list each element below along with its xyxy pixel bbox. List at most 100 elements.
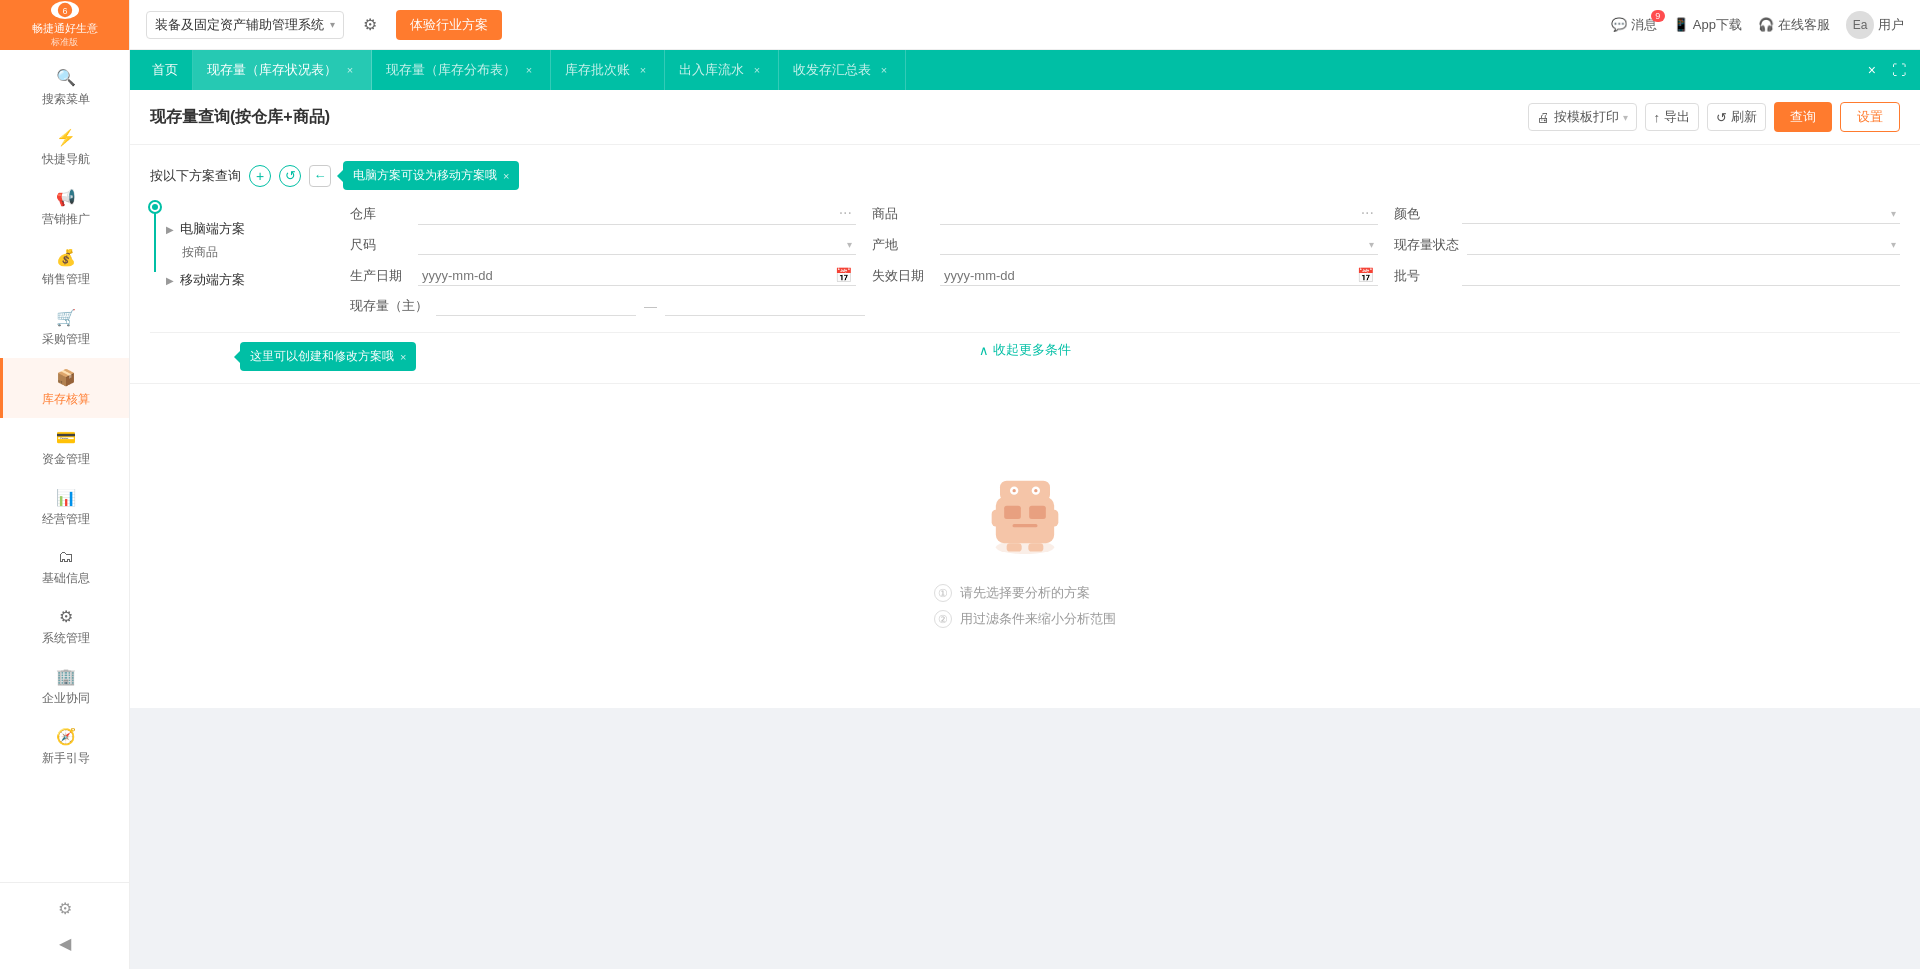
refresh-icon-small: ↺ <box>285 168 296 183</box>
scheme-pc-sub-item1[interactable]: 按商品 <box>182 242 245 263</box>
scheme-tooltip-close[interactable]: × <box>503 170 509 182</box>
tab-collect-close[interactable]: × <box>877 63 891 77</box>
filter-arrow-btn[interactable]: ← <box>309 165 331 187</box>
sidebar-icon-purchase: 🛒 <box>56 308 76 327</box>
warehouse-more[interactable]: ··· <box>839 204 852 222</box>
stock-main-end[interactable] <box>669 298 861 313</box>
expire-date-input[interactable] <box>944 268 1353 283</box>
app-logo: 6 畅捷通好生意 标准版 <box>0 0 129 50</box>
size-input[interactable] <box>422 237 847 252</box>
export-btn[interactable]: ↑ 导出 <box>1645 103 1700 131</box>
color-arrow[interactable]: ▾ <box>1891 208 1896 219</box>
sidebar-item-search-menu[interactable]: 🔍搜索菜单 <box>0 58 129 118</box>
svg-rect-10 <box>1028 543 1043 551</box>
goods-input[interactable] <box>944 206 1357 221</box>
sidebar-item-basic-info[interactable]: 🗂基础信息 <box>0 538 129 597</box>
tab-home[interactable]: 首页 <box>138 50 193 90</box>
collapse-label: 收起更多条件 <box>993 341 1071 359</box>
scheme-mobile[interactable]: ▶ 移动端方案 <box>166 267 245 293</box>
batch-no-input[interactable] <box>1466 268 1896 283</box>
produce-date-icon[interactable]: 📅 <box>835 267 852 283</box>
tab-batch-close[interactable]: × <box>636 63 650 77</box>
tab-stock-dist-close[interactable]: × <box>522 63 536 77</box>
tip-num-1: ① <box>934 584 952 602</box>
tab-batch[interactable]: 库存批次账 × <box>551 50 665 90</box>
headset-icon: 🎧 <box>1758 17 1774 32</box>
goods-input-wrapper: ··· <box>940 202 1378 225</box>
app-selector[interactable]: 装备及固定资产辅助管理系统 ▾ <box>146 11 344 39</box>
filter-add-btn[interactable]: + <box>249 165 271 187</box>
filter-refresh-btn[interactable]: ↺ <box>279 165 301 187</box>
sidebar-item-purchase[interactable]: 🛒采购管理 <box>0 298 129 358</box>
expire-date-icon[interactable]: 📅 <box>1357 267 1374 283</box>
create-tooltip-close[interactable]: × <box>400 351 406 363</box>
collapse-icon: ∧ <box>979 343 989 358</box>
refresh-label: 刷新 <box>1731 108 1757 126</box>
stock-status-arrow[interactable]: ▾ <box>1891 239 1896 250</box>
sidebar-item-quick-nav[interactable]: ⚡快捷导航 <box>0 118 129 178</box>
sidebar-label-enterprise: 企业协同 <box>42 690 90 707</box>
tab-collect-label: 收发存汇总表 <box>793 61 871 79</box>
stock-main-start[interactable] <box>440 298 632 313</box>
sidebar-icon-finance: 💳 <box>56 428 76 447</box>
origin-label: 产地 <box>872 236 932 254</box>
page-actions: 🖨 按模板打印 ▾ ↑ 导出 ↺ 刷新 查询 设置 <box>1528 102 1901 132</box>
sidebar-item-guide[interactable]: 🧭新手引导 <box>0 717 129 777</box>
size-arrow[interactable]: ▾ <box>847 239 852 250</box>
online-support-btn[interactable]: 🎧 在线客服 <box>1758 16 1830 34</box>
filter-size: 尺码 ▾ <box>350 235 856 255</box>
svg-point-14 <box>1013 489 1016 492</box>
refresh-btn[interactable]: ↺ 刷新 <box>1707 103 1766 131</box>
tab-collect[interactable]: 收发存汇总表 × <box>779 50 906 90</box>
sidebar-item-sales[interactable]: 💰销售管理 <box>0 238 129 298</box>
color-input[interactable] <box>1466 206 1891 221</box>
sidebar-item-finance[interactable]: 💳资金管理 <box>0 418 129 478</box>
app-download-label: App下载 <box>1693 16 1742 34</box>
settings-button[interactable]: 设置 <box>1840 102 1900 132</box>
export-icon: ↑ <box>1654 110 1661 125</box>
tab-stock-status-label: 现存量（库存状况表） <box>207 61 337 79</box>
sidebar-item-operations[interactable]: 📊经营管理 <box>0 478 129 538</box>
empty-tip-2: ② 用过滤条件来缩小分析范围 <box>934 610 1116 628</box>
scheme-tooltip: 电脑方案可设为移动方案哦 × <box>343 161 519 190</box>
page-title-bar: 现存量查询(按仓库+商品) 🖨 按模板打印 ▾ ↑ 导出 ↺ 刷新 <box>130 90 1920 145</box>
scheme-pc[interactable]: ▶ 电脑端方案 <box>166 216 245 242</box>
tab-stock-status-close[interactable]: × <box>343 63 357 77</box>
warehouse-input[interactable] <box>422 206 835 221</box>
experience-button[interactable]: 体验行业方案 <box>396 10 502 40</box>
sidebar-label-basic-info: 基础信息 <box>42 570 90 587</box>
sidebar-settings-btn[interactable]: ⚙ <box>0 891 129 926</box>
gear-button[interactable]: ⚙ <box>356 11 384 39</box>
tab-close-all-btn[interactable]: × <box>1862 58 1882 82</box>
origin-arrow[interactable]: ▾ <box>1369 239 1374 250</box>
query-button[interactable]: 查询 <box>1774 102 1832 132</box>
tab-inout-close[interactable]: × <box>750 63 764 77</box>
tab-stock-dist[interactable]: 现存量（库存分布表） × <box>372 50 551 90</box>
sidebar-label-sales: 销售管理 <box>42 271 90 288</box>
sidebar-item-system[interactable]: ⚙系统管理 <box>0 597 129 657</box>
stock-status-input[interactable] <box>1471 237 1891 252</box>
sidebar-collapse-btn[interactable]: ◀ <box>0 926 129 961</box>
sidebar-item-enterprise[interactable]: 🏢企业协同 <box>0 657 129 717</box>
sidebar-item-marketing[interactable]: 📢营销推广 <box>0 178 129 238</box>
tab-stock-status[interactable]: 现存量（库存状况表） × <box>193 50 372 90</box>
tab-inout[interactable]: 出入库流水 × <box>665 50 779 90</box>
user-btn[interactable]: Ea 用户 <box>1846 11 1904 39</box>
sidebar-item-inventory[interactable]: 📦库存核算 <box>0 358 129 418</box>
print-arrow: ▾ <box>1623 112 1628 123</box>
sidebar-label-guide: 新手引导 <box>42 750 90 767</box>
stock-main-dash: — <box>644 299 657 314</box>
tab-fullscreen-btn[interactable]: ⛶ <box>1886 58 1912 82</box>
sidebar-label-system: 系统管理 <box>42 630 90 647</box>
print-btn[interactable]: 🖨 按模板打印 ▾ <box>1528 103 1637 131</box>
goods-more[interactable]: ··· <box>1361 204 1374 222</box>
app-download-btn[interactable]: 📱 App下载 <box>1673 16 1742 34</box>
top-header: 装备及固定资产辅助管理系统 ▾ ⚙ 体验行业方案 💬 消息 9 📱 App下载 … <box>130 0 1920 50</box>
sidebar-label-inventory: 库存核算 <box>42 391 90 408</box>
logo-icon: 6 <box>51 1 79 19</box>
origin-input[interactable] <box>944 237 1369 252</box>
filter-batch-no: 批号 <box>1394 265 1900 286</box>
produce-date-input[interactable] <box>422 268 831 283</box>
filter-color: 颜色 ▾ <box>1394 202 1900 225</box>
message-btn[interactable]: 💬 消息 9 <box>1611 16 1657 34</box>
